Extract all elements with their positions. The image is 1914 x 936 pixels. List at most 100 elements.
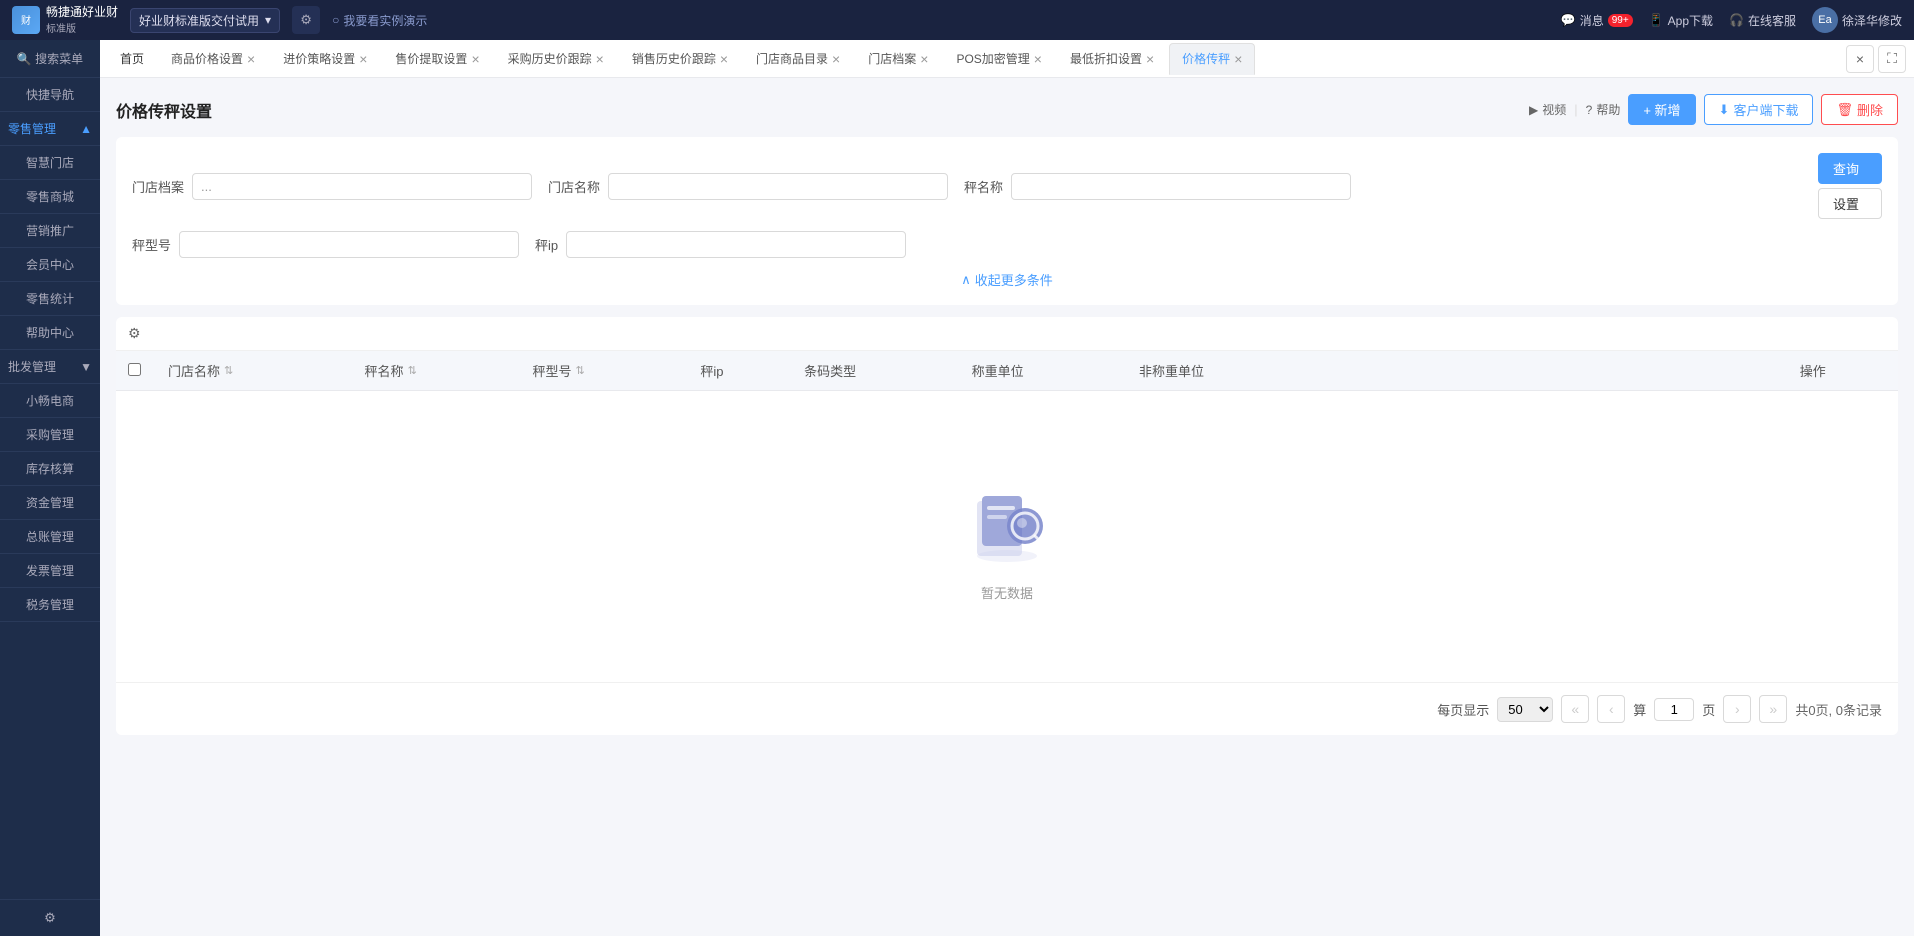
app-download-btn[interactable]: 📱 App下载 — [1649, 12, 1713, 29]
sidebar-item-marketing[interactable]: 营销推广 — [0, 214, 100, 248]
tab-close-min-discount[interactable]: × — [1146, 52, 1154, 66]
version-selector[interactable]: 好业财标准版交付试用 ▾ — [130, 8, 280, 33]
page-last-btn[interactable]: » — [1759, 695, 1787, 723]
sidebar-item-smart-store[interactable]: 智慧门店 — [0, 146, 100, 180]
tab-close-pos-encrypt[interactable]: × — [1034, 52, 1042, 66]
collapse-more-btn[interactable]: ∧ 收起更多条件 — [132, 270, 1882, 289]
sidebar-item-help[interactable]: 帮助中心 — [0, 316, 100, 350]
sidebar-search[interactable]: 🔍 搜索菜单 — [0, 40, 100, 78]
sidebar-item-retail[interactable]: 零售管理 ▲ — [0, 112, 100, 146]
tab-close-sales-history[interactable]: × — [720, 52, 728, 66]
store-name-input[interactable] — [608, 173, 948, 200]
sidebar-item-label-help: 帮助中心 — [26, 326, 74, 340]
help-link[interactable]: ? 帮助 — [1586, 101, 1621, 118]
store-archive-placeholder: ... — [201, 179, 212, 194]
store-archive-item: 门店档案 ... — [132, 173, 532, 200]
delete-button[interactable]: 🗑 删除 — [1821, 94, 1898, 125]
table-header-row: 门店名称 ⇅ 秤名称 ⇅ — [116, 351, 1898, 391]
app-download-label: App下载 — [1668, 12, 1713, 29]
scale-model-label: 秤型号 — [132, 235, 171, 254]
select-all-checkbox[interactable] — [128, 363, 141, 376]
page-size-select[interactable]: 20 50 100 — [1497, 697, 1553, 722]
sidebar-item-retail-stats[interactable]: 零售统计 — [0, 282, 100, 316]
sidebar-item-finance[interactable]: 资金管理 — [0, 486, 100, 520]
tab-bar: 首页 商品价格设置 × 进价策略设置 × 售价提取设置 × 采购历史价跟踪 × — [100, 40, 1914, 78]
store-archive-select[interactable]: ... — [192, 173, 532, 200]
tab-close-all-btn[interactable]: × — [1846, 45, 1874, 73]
store-archive-label: 门店档案 — [132, 177, 184, 196]
page-label: 页 — [1702, 700, 1715, 719]
page-first-btn[interactable]: « — [1561, 695, 1589, 723]
sidebar-item-label-finance: 资金管理 — [26, 496, 74, 510]
sidebar-item-wholesale[interactable]: 批发管理 ▼ — [0, 350, 100, 384]
sidebar-item-tax[interactable]: 税务管理 — [0, 588, 100, 622]
page-next-btn[interactable]: › — [1723, 695, 1751, 723]
sidebar-item-label-tax: 税务管理 — [26, 598, 74, 612]
video-link[interactable]: ▶ 视频 — [1529, 101, 1566, 118]
user-menu-btn[interactable]: Ea 徐泽华修改 — [1812, 7, 1902, 33]
tab-close-purchase-strategy[interactable]: × — [359, 52, 367, 66]
tab-price-scale[interactable]: 价格传秤 × — [1169, 43, 1255, 75]
prev-page-icon: ‹ — [1609, 701, 1614, 717]
th-scale-name-label: 秤名称 — [365, 361, 404, 380]
scale-name-input[interactable] — [1011, 173, 1351, 200]
tab-close-purchase-history[interactable]: × — [596, 52, 604, 66]
sidebar-item-ecommerce[interactable]: 小畅电商 — [0, 384, 100, 418]
tab-close-store-products[interactable]: × — [832, 52, 840, 66]
set-button[interactable]: 设置 — [1818, 188, 1882, 219]
page-number-input[interactable] — [1654, 698, 1694, 721]
sidebar-item-purchase[interactable]: 采购管理 — [0, 418, 100, 452]
sidebar-quick-nav[interactable]: 快捷导航 — [0, 78, 100, 112]
delete-label: 删除 — [1857, 100, 1883, 119]
add-button[interactable]: + 新增 — [1628, 94, 1695, 125]
download-client-btn[interactable]: ⬇ 客户端下载 — [1704, 94, 1814, 125]
tab-pos-encrypt[interactable]: POS加密管理 × — [943, 43, 1055, 75]
sidebar-item-member[interactable]: 会员中心 — [0, 248, 100, 282]
help-label: 帮助 — [1596, 101, 1620, 118]
tab-home[interactable]: 首页 — [108, 40, 156, 77]
tab-close-product-price[interactable]: × — [247, 52, 255, 66]
query-button[interactable]: 查询 — [1818, 153, 1882, 184]
online-service-btn[interactable]: 🎧 在线客服 — [1729, 12, 1796, 29]
sidebar-item-label-general-ledger: 总账管理 — [26, 530, 74, 544]
page-content: 价格传秤设置 ▶ 视频 | ? 帮助 + 新增 — [100, 78, 1914, 936]
tab-sales-history[interactable]: 销售历史价跟踪 × — [619, 43, 741, 75]
tab-bar-end: × ⛶ — [1846, 45, 1906, 73]
top-bar: 财 畅捷通好业财 标准版 好业财标准版交付试用 ▾ ⚙ ○ 我要看实例演示 💬 … — [0, 0, 1914, 40]
sidebar-item-label-member: 会员中心 — [26, 258, 74, 272]
scale-ip-input[interactable] — [566, 231, 906, 258]
logo-sub: 标准版 — [46, 20, 118, 35]
tab-sale-price-extract[interactable]: 售价提取设置 × — [382, 43, 492, 75]
tab-store-products[interactable]: 门店商品目录 × — [743, 43, 853, 75]
page-size-label: 每页显示 — [1437, 700, 1489, 719]
table-settings-icon[interactable]: ⚙ — [128, 325, 141, 342]
sidebar-item-general-ledger[interactable]: 总账管理 — [0, 520, 100, 554]
sidebar-item-invoice[interactable]: 发票管理 — [0, 554, 100, 588]
page-total: 共0页, 0条记录 — [1795, 700, 1882, 719]
tab-store-archive[interactable]: 门店档案 × — [855, 43, 941, 75]
sort-icon-store-name[interactable]: ⇅ — [224, 364, 233, 377]
tab-close-store-archive[interactable]: × — [920, 52, 928, 66]
tab-purchase-strategy[interactable]: 进价策略设置 × — [270, 43, 380, 75]
tab-fullscreen-btn[interactable]: ⛶ — [1878, 45, 1906, 73]
tab-purchase-history[interactable]: 采购历史价跟踪 × — [495, 43, 617, 75]
sort-icon-scale-name[interactable]: ⇅ — [408, 364, 417, 377]
tab-product-price[interactable]: 商品价格设置 × — [158, 43, 268, 75]
tab-min-discount[interactable]: 最低折扣设置 × — [1057, 43, 1167, 75]
sidebar-item-inventory[interactable]: 库存核算 — [0, 452, 100, 486]
settings-icon-btn[interactable]: ⚙ — [292, 6, 320, 34]
sort-icon-scale-model[interactable]: ⇅ — [575, 364, 584, 377]
th-barcode-type-label: 条码类型 — [804, 364, 856, 379]
page-prev-btn[interactable]: ‹ — [1597, 695, 1625, 723]
scale-model-input[interactable] — [179, 231, 519, 258]
tab-close-sale-price-extract[interactable]: × — [471, 52, 479, 66]
th-scale-ip-label: 秤ip — [700, 364, 723, 379]
th-operation-label: 操作 — [1800, 364, 1826, 379]
demo-link[interactable]: ○ 我要看实例演示 — [332, 12, 427, 29]
sidebar-settings-btn[interactable]: ⚙ — [0, 899, 100, 936]
chevron-up-icon: ▲ — [80, 122, 92, 136]
message-btn[interactable]: 💬 消息 99+ — [1561, 12, 1633, 29]
tab-close-price-scale[interactable]: × — [1234, 52, 1242, 66]
sidebar-item-retail-mall[interactable]: 零售商城 — [0, 180, 100, 214]
sidebar-search-label: 搜索菜单 — [35, 52, 83, 66]
